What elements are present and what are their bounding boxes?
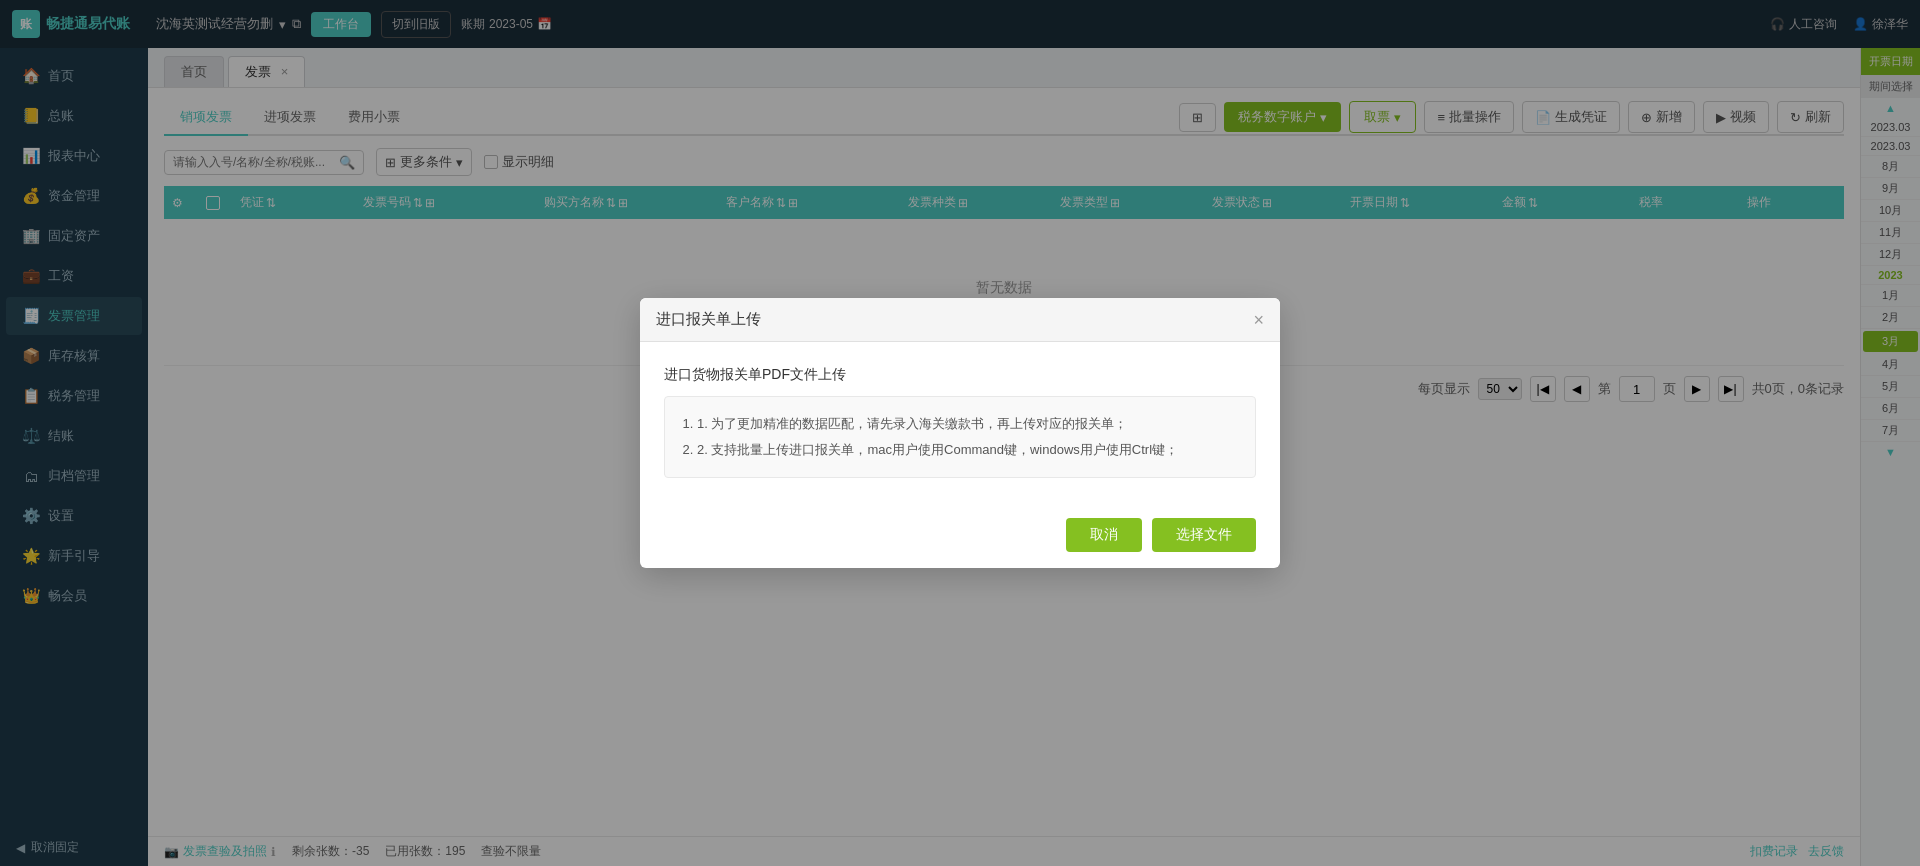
- modal-header: 进口报关单上传 ×: [640, 298, 1280, 342]
- modal-cancel-button[interactable]: 取消: [1066, 518, 1142, 552]
- modal-close-button[interactable]: ×: [1253, 311, 1264, 329]
- modal-select-button[interactable]: 选择文件: [1152, 518, 1256, 552]
- modal-overlay[interactable]: 进口报关单上传 × 进口货物报关单PDF文件上传 1. 为了更加精准的数据匹配，…: [0, 0, 1920, 866]
- info-item-2: 2. 支持批量上传进口报关单，mac用户使用Command键，windows用户…: [697, 437, 1239, 463]
- modal-section-title: 进口货物报关单PDF文件上传: [664, 366, 1256, 384]
- modal-body: 进口货物报关单PDF文件上传 1. 为了更加精准的数据匹配，请先录入海关缴款书，…: [640, 342, 1280, 502]
- modal-title: 进口报关单上传: [656, 310, 761, 329]
- info-list: 1. 为了更加精准的数据匹配，请先录入海关缴款书，再上传对应的报关单； 2. 支…: [681, 411, 1239, 463]
- modal-footer: 取消 选择文件: [640, 502, 1280, 568]
- modal-info-box: 1. 为了更加精准的数据匹配，请先录入海关缴款书，再上传对应的报关单； 2. 支…: [664, 396, 1256, 478]
- info-item-1: 1. 为了更加精准的数据匹配，请先录入海关缴款书，再上传对应的报关单；: [697, 411, 1239, 437]
- import-modal: 进口报关单上传 × 进口货物报关单PDF文件上传 1. 为了更加精准的数据匹配，…: [640, 298, 1280, 568]
